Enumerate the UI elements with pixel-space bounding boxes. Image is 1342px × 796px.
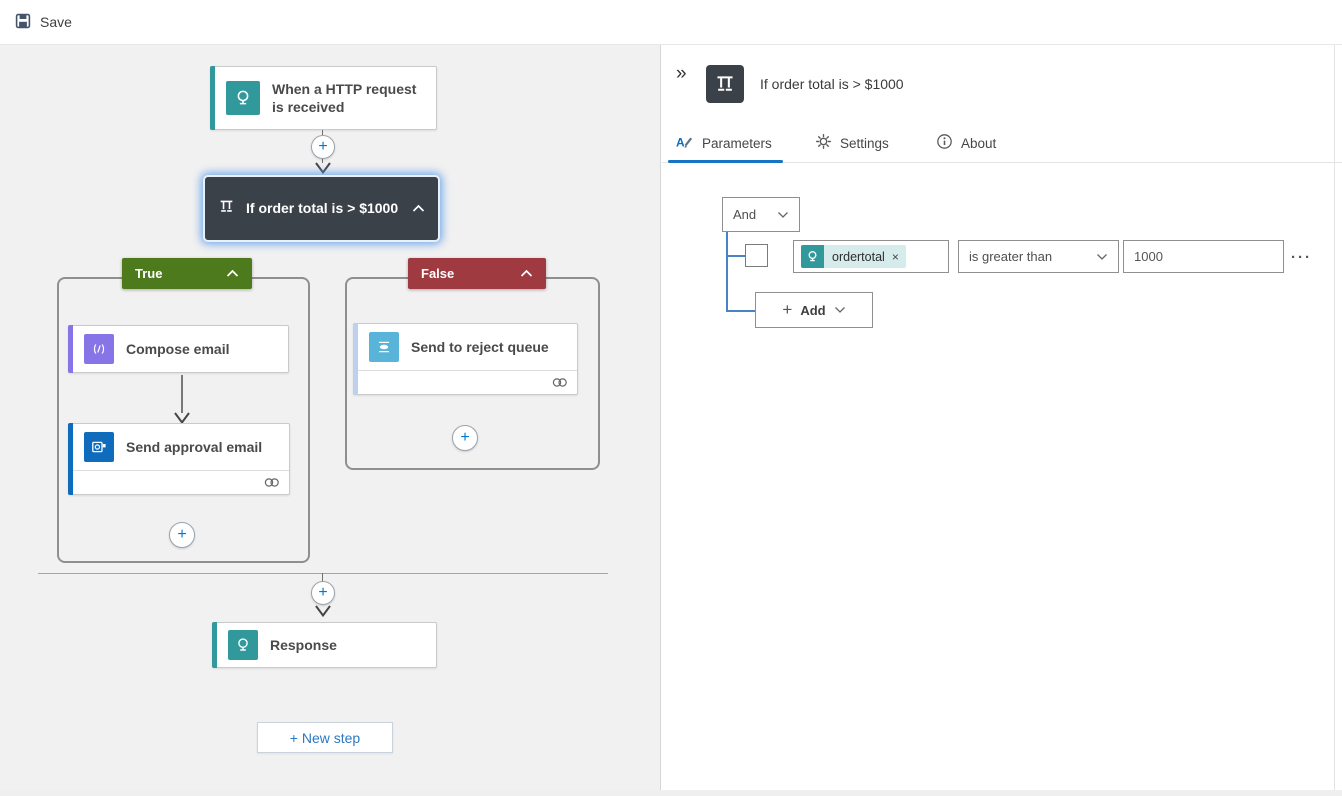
false-branch-header[interactable]: False — [408, 258, 546, 289]
plus-icon: + — [318, 584, 328, 601]
response-title: Response — [270, 636, 337, 653]
condition-panel-icon — [706, 65, 744, 103]
arrow-down-icon — [315, 605, 331, 618]
reject-title: Send to reject queue — [411, 338, 549, 355]
add-condition-button[interactable]: + Add — [755, 292, 873, 328]
command-bar: Save — [0, 0, 1342, 45]
chevron-up-icon[interactable] — [520, 266, 533, 281]
insert-step-button[interactable]: + — [311, 135, 335, 159]
remove-token-button[interactable]: × — [892, 250, 899, 264]
condition-row-checkbox[interactable] — [745, 244, 768, 267]
condition-editor-panel: » If order total is > $1000 A Parameters — [662, 45, 1342, 796]
builder-wire — [726, 232, 728, 312]
trigger-accent-bar — [210, 66, 215, 130]
approval-email-card[interactable]: Send approval email — [68, 423, 290, 495]
plus-icon: + — [460, 429, 470, 446]
collapse-panel-button[interactable]: » — [676, 63, 687, 85]
add-action-false-button[interactable]: + — [452, 425, 478, 451]
svg-text:A: A — [676, 135, 685, 149]
trigger-title: When a HTTP request is received — [272, 80, 417, 115]
arrow-down-icon — [174, 375, 190, 425]
tab-parameters[interactable]: A Parameters — [676, 129, 772, 157]
merge-line — [38, 573, 608, 574]
tab-settings-label: Settings — [840, 135, 889, 151]
connection-footer — [354, 370, 577, 394]
condition-card[interactable]: If order total is > $1000 — [205, 177, 438, 240]
token-label: ordertotal — [832, 249, 885, 264]
queue-icon — [369, 332, 399, 362]
tab-settings[interactable]: Settings — [815, 129, 889, 157]
chevron-up-icon[interactable] — [226, 266, 239, 281]
panel-right-edge — [1334, 45, 1335, 790]
http-token-icon — [801, 245, 824, 268]
compose-title: Compose email — [126, 340, 230, 357]
panel-title: If order total is > $1000 — [760, 76, 904, 92]
tab-parameters-label: Parameters — [702, 135, 772, 151]
plus-icon: + — [782, 300, 793, 319]
bottom-strip — [0, 790, 1342, 796]
trigger-card[interactable]: When a HTTP request is received — [210, 66, 437, 130]
group-operator-dropdown[interactable]: And — [722, 197, 800, 232]
tab-about[interactable]: About — [936, 129, 996, 157]
http-request-icon — [226, 81, 260, 115]
insert-step-button[interactable]: + — [311, 581, 335, 605]
approval-accent-bar — [68, 423, 73, 495]
save-label: Save — [40, 14, 72, 30]
true-branch-label: True — [135, 266, 163, 281]
false-branch-label: False — [421, 266, 455, 281]
connection-footer — [69, 470, 289, 494]
add-action-true-button[interactable]: + — [169, 522, 195, 548]
chevron-down-icon — [777, 207, 789, 222]
group-operator-value: And — [733, 207, 757, 222]
connection-link-icon[interactable] — [552, 377, 568, 388]
true-branch-header[interactable]: True — [122, 258, 252, 289]
operand-field[interactable]: ordertotal × — [793, 240, 949, 273]
flow-designer: Save When a HTTP request is received + I… — [0, 0, 1342, 796]
save-button[interactable]: Save — [15, 13, 72, 32]
info-icon — [936, 133, 953, 153]
operator-dropdown[interactable]: is greater than — [958, 240, 1119, 273]
arrow-down-icon — [315, 162, 331, 175]
http-response-icon — [228, 630, 258, 660]
flow-canvas[interactable]: When a HTTP request is received + If ord… — [0, 45, 661, 796]
plus-icon: + — [318, 138, 328, 155]
value-input[interactable] — [1123, 240, 1284, 273]
new-step-button[interactable]: + New step — [257, 722, 393, 753]
tab-bar: A Parameters Settings About — [662, 129, 1342, 163]
condition-icon — [218, 198, 235, 220]
parameters-icon: A — [676, 134, 694, 153]
dynamic-content-token[interactable]: ordertotal × — [801, 245, 906, 268]
add-label: Add — [800, 302, 826, 318]
chevron-down-icon — [1096, 249, 1108, 264]
reject-accent-bar — [353, 323, 358, 395]
compose-email-card[interactable]: Compose email — [68, 325, 289, 373]
new-step-label: + New step — [289, 729, 361, 746]
outlook-icon — [84, 432, 114, 462]
builder-wire — [726, 310, 755, 312]
response-accent-bar — [212, 622, 217, 668]
operator-value: is greater than — [969, 249, 1053, 264]
compose-icon — [84, 334, 114, 364]
connection-link-icon[interactable] — [264, 477, 280, 488]
condition-title: If order total is > $1000 — [246, 200, 399, 217]
save-icon — [15, 13, 31, 32]
compose-accent-bar — [68, 325, 73, 373]
active-tab-underline — [668, 160, 783, 163]
chevron-down-icon — [834, 301, 846, 319]
reject-queue-card[interactable]: Send to reject queue — [353, 323, 578, 395]
tab-about-label: About — [961, 135, 997, 151]
gear-icon — [815, 133, 832, 153]
builder-wire — [726, 255, 745, 257]
response-card[interactable]: Response — [212, 622, 437, 668]
collapse-chevron-icon[interactable] — [412, 200, 425, 218]
approval-title: Send approval email — [126, 438, 263, 455]
plus-icon: + — [177, 526, 187, 543]
row-menu-button[interactable]: ··· — [1291, 249, 1312, 266]
